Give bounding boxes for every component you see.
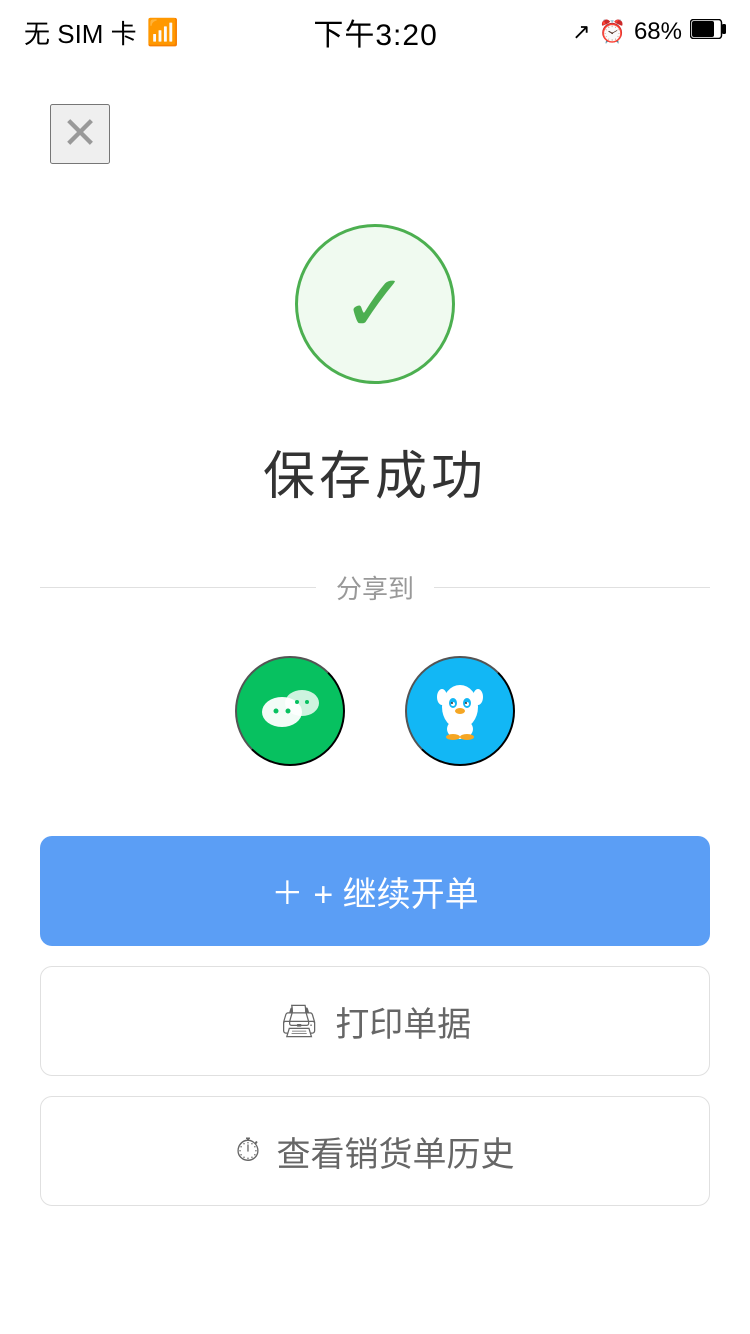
share-icons — [235, 656, 515, 766]
share-divider: 分享到 — [40, 569, 710, 606]
print-icon: 🖨 — [279, 1002, 320, 1040]
status-left: 无 SIM 卡 📶 — [24, 14, 179, 51]
history-label: 查看销货单历史 — [276, 1127, 514, 1176]
share-label: 分享到 — [336, 569, 414, 606]
continue-label: + 继续开单 — [313, 867, 478, 916]
wechat-icon — [255, 676, 325, 746]
print-button[interactable]: 🖨 打印单据 — [40, 966, 710, 1076]
qq-share-button[interactable] — [405, 656, 515, 766]
qq-icon — [426, 677, 494, 745]
success-circle: ✓ — [295, 224, 455, 384]
print-label: 打印单据 — [335, 997, 471, 1046]
divider-left — [40, 587, 316, 588]
main-content: ✕ ✓ 保存成功 分享到 — [0, 64, 750, 1334]
action-buttons: ＋ + 继续开单 🖨 打印单据 ⏱ 查看销货单历史 — [40, 836, 710, 1206]
location-icon: ↗ — [572, 19, 590, 45]
history-button[interactable]: ⏱ 查看销货单历史 — [40, 1096, 710, 1206]
success-title: 保存成功 — [263, 434, 487, 509]
checkmark-icon: ✓ — [341, 264, 408, 344]
wifi-icon: 📶 — [147, 17, 179, 48]
history-icon: ⏱ — [236, 1132, 261, 1170]
battery-percent: 68% — [634, 18, 682, 46]
close-button[interactable]: ✕ — [50, 104, 110, 164]
wechat-share-button[interactable] — [235, 656, 345, 766]
battery-icon — [690, 19, 726, 45]
alarm-icon: ⏰ — [599, 19, 626, 45]
status-bar: 无 SIM 卡 📶 下午3:20 ↗ ⏰ 68% — [0, 0, 750, 64]
status-right: ↗ ⏰ 68% — [572, 18, 726, 46]
continue-button[interactable]: ＋ + 继续开单 — [40, 836, 710, 946]
divider-right — [434, 587, 710, 588]
no-sim-label: 无 SIM 卡 — [24, 14, 137, 51]
plus-icon: ＋ — [271, 868, 303, 914]
status-time: 下午3:20 — [313, 10, 437, 54]
close-icon: ✕ — [62, 112, 99, 156]
